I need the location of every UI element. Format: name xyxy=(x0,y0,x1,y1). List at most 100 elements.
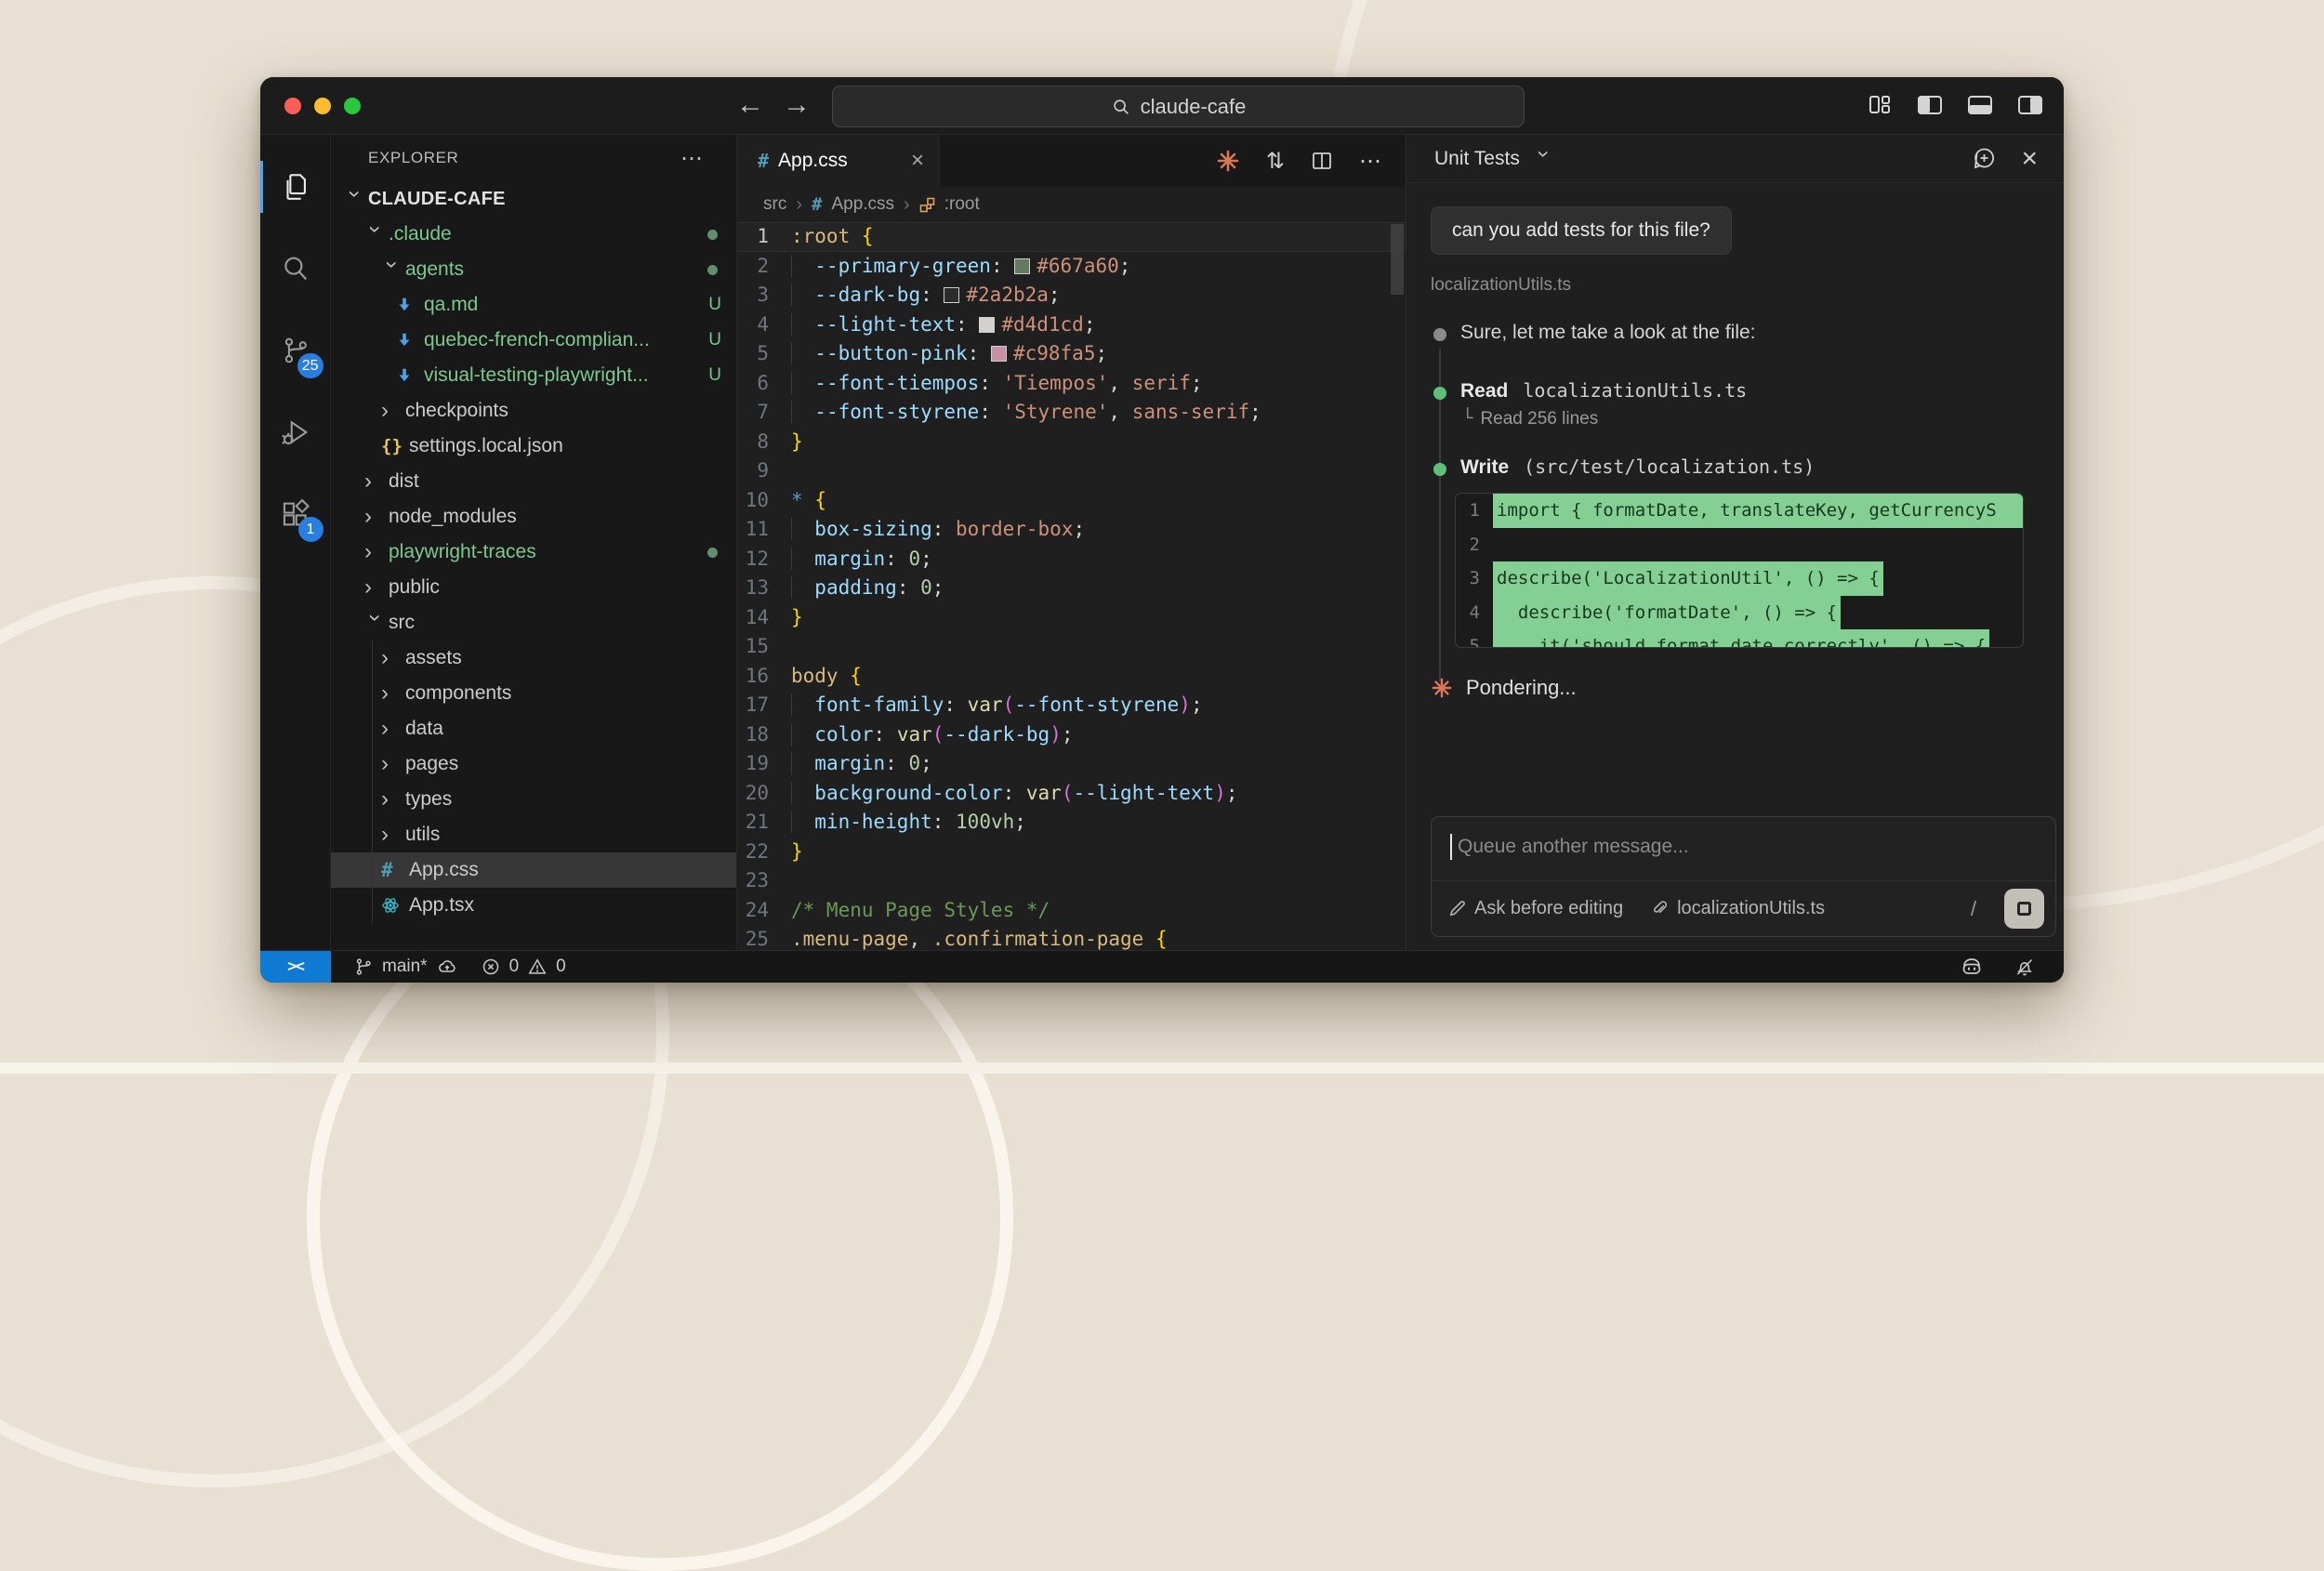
tree-item-data[interactable]: ›data xyxy=(331,711,736,746)
toggle-panel-icon[interactable] xyxy=(1967,94,1993,116)
toggle-left-sidebar-icon[interactable] xyxy=(1917,94,1943,116)
attached-file-chip[interactable]: localizationUtils.ts xyxy=(1651,898,1825,919)
problems-item[interactable]: 0 0 xyxy=(481,957,566,977)
breadcrumb-symbol[interactable]: :root xyxy=(944,194,980,215)
stop-button[interactable] xyxy=(2004,889,2044,929)
editor-scrollbar[interactable] xyxy=(1391,224,1404,295)
activity-bar: 25 1 xyxy=(260,135,331,950)
git-modified-dot-icon xyxy=(707,548,718,558)
line-number: 21 xyxy=(737,808,791,838)
back-arrow-icon[interactable]: ← xyxy=(736,88,764,122)
chat-input-placeholder: Queue another message... xyxy=(1458,836,1689,858)
tree-item-pages[interactable]: ›pages xyxy=(331,746,736,782)
tool-call-write[interactable]: Write (src/test/localization.ts) xyxy=(1460,455,1815,479)
code-line: 10* { xyxy=(737,486,1406,516)
git-branch-item[interactable]: main* xyxy=(353,956,458,978)
window-controls xyxy=(284,98,361,114)
tab-app-css[interactable]: # App.css × xyxy=(737,135,940,187)
run-debug-view-icon[interactable] xyxy=(260,391,331,473)
tree-item-visual-testing-playwright...[interactable]: visual-testing-playwright...U xyxy=(331,358,736,393)
source-control-view-icon[interactable]: 25 xyxy=(260,310,331,391)
tree-item-.claude[interactable]: ›.claude xyxy=(331,217,736,252)
stop-icon xyxy=(2017,902,2031,916)
chat-input-box[interactable]: Queue another message... Ask before edit… xyxy=(1431,816,2056,937)
line-number: 12 xyxy=(737,545,791,574)
chevron-down-icon[interactable]: › xyxy=(1534,150,1552,174)
forward-arrow-icon[interactable]: → xyxy=(783,88,811,122)
chevron-icon: › xyxy=(381,684,405,703)
tree-item-playwright-traces[interactable]: ›playwright-traces xyxy=(331,535,736,570)
line-number: 7 xyxy=(737,398,791,428)
toggle-right-sidebar-icon[interactable] xyxy=(2017,94,2043,116)
code-line: 11 box-sizing: border-box; xyxy=(737,515,1406,545)
tool-call-read[interactable]: Read localizationUtils.ts xyxy=(1460,379,1747,403)
code-line: 5 --button-pink: #c98fa5; xyxy=(737,339,1406,369)
context-file-label[interactable]: localizationUtils.ts xyxy=(1431,275,1571,296)
tree-item-checkpoints[interactable]: ›checkpoints xyxy=(331,393,736,429)
tool-result: └Read 256 lines xyxy=(1462,408,1598,429)
maximize-window-button[interactable] xyxy=(344,98,361,114)
tree-item-app.tsx[interactable]: App.tsx xyxy=(331,888,736,923)
line-number: 9 xyxy=(737,456,791,486)
line-number: 10 xyxy=(737,486,791,516)
tree-item-src[interactable]: ›src xyxy=(331,605,736,640)
remote-indicator[interactable]: >< xyxy=(260,951,331,983)
css-file-icon: # xyxy=(758,150,769,172)
tree-item-label: App.css xyxy=(409,859,479,881)
diff-preview[interactable]: 1import { formatDate, translateKey, getC… xyxy=(1455,493,2024,648)
compare-changes-icon[interactable]: ⇅ xyxy=(1266,148,1285,175)
tree-item-agents[interactable]: ›agents xyxy=(331,252,736,287)
search-view-icon[interactable] xyxy=(260,228,331,310)
title-bar: ← → claude-cafe xyxy=(260,77,2064,135)
breadcrumb-file[interactable]: App.css xyxy=(831,194,894,215)
command-center-search[interactable]: claude-cafe xyxy=(832,86,1525,127)
code-line: 12 margin: 0; xyxy=(737,545,1406,574)
close-window-button[interactable] xyxy=(284,98,301,114)
new-chat-icon[interactable] xyxy=(1972,146,1997,171)
explorer-more-actions-icon[interactable]: ⋯ xyxy=(680,145,705,172)
tree-item-label: playwright-traces xyxy=(389,541,536,563)
tree-item-claude-cafe[interactable]: ›CLAUDE-CAFE xyxy=(331,181,736,217)
tree-item-dist[interactable]: ›dist xyxy=(331,464,736,499)
slash-command-hint[interactable]: / xyxy=(1971,897,1976,921)
tree-item-node-modules[interactable]: ›node_modules xyxy=(331,499,736,535)
tree-item-qa.md[interactable]: qa.mdU xyxy=(331,287,736,323)
tree-item-label: public xyxy=(389,576,440,599)
minimize-window-button[interactable] xyxy=(314,98,331,114)
line-number: 16 xyxy=(737,662,791,692)
code-editor[interactable]: 1:root {2 --primary-green: #667a60;3 --d… xyxy=(737,222,1406,950)
explorer-view-icon[interactable] xyxy=(260,146,331,228)
extensions-view-icon[interactable]: 1 xyxy=(260,473,331,555)
tree-item-utils[interactable]: ›utils xyxy=(331,817,736,852)
breadcrumb[interactable]: src › # App.css › :root xyxy=(737,187,1406,222)
split-editor-icon[interactable] xyxy=(1311,150,1333,172)
tree-item-quebec-french-complian...[interactable]: quebec-french-complian...U xyxy=(331,323,736,358)
tree-item-settings.local.json[interactable]: {}settings.local.json xyxy=(331,429,736,464)
tree-item-assets[interactable]: ›assets xyxy=(331,640,736,676)
explorer-header: EXPLORER ⋯ xyxy=(331,135,736,181)
close-tab-icon[interactable]: × xyxy=(911,148,924,174)
color-swatch[interactable] xyxy=(944,287,959,303)
tree-item-label: data xyxy=(405,718,443,740)
editor-more-actions-icon[interactable]: ⋯ xyxy=(1359,148,1381,175)
tree-item-public[interactable]: ›public xyxy=(331,570,736,605)
copilot-icon[interactable] xyxy=(1960,955,1984,979)
tree-item-app.css[interactable]: #App.css xyxy=(331,852,736,888)
customize-layout-icon[interactable] xyxy=(1868,93,1893,116)
color-swatch[interactable] xyxy=(1014,258,1030,274)
bell-slash-icon[interactable] xyxy=(2014,956,2036,978)
line-number: 25 xyxy=(737,925,791,950)
explorer-sidebar: EXPLORER ⋯ ›CLAUDE-CAFE›.claude›agentsqa… xyxy=(331,135,737,950)
diff-line: 3describe('LocalizationUtil', () => { xyxy=(1456,561,2023,596)
tree-item-components[interactable]: ›components xyxy=(331,676,736,711)
code-line: 6 --font-tiempos: 'Tiempos', serif; xyxy=(737,369,1406,399)
tree-item-types[interactable]: ›types xyxy=(331,782,736,817)
close-panel-icon[interactable]: × xyxy=(2021,145,2038,173)
color-swatch[interactable] xyxy=(979,317,995,333)
color-swatch[interactable] xyxy=(991,346,1007,362)
breadcrumb-src[interactable]: src xyxy=(763,194,786,215)
warnings-count: 0 xyxy=(556,957,566,977)
edit-mode-selector[interactable]: Ask before editing xyxy=(1448,898,1623,919)
assistant-text: Sure, let me take a look at the file: xyxy=(1460,322,1756,344)
claude-icon[interactable] xyxy=(1216,149,1240,173)
